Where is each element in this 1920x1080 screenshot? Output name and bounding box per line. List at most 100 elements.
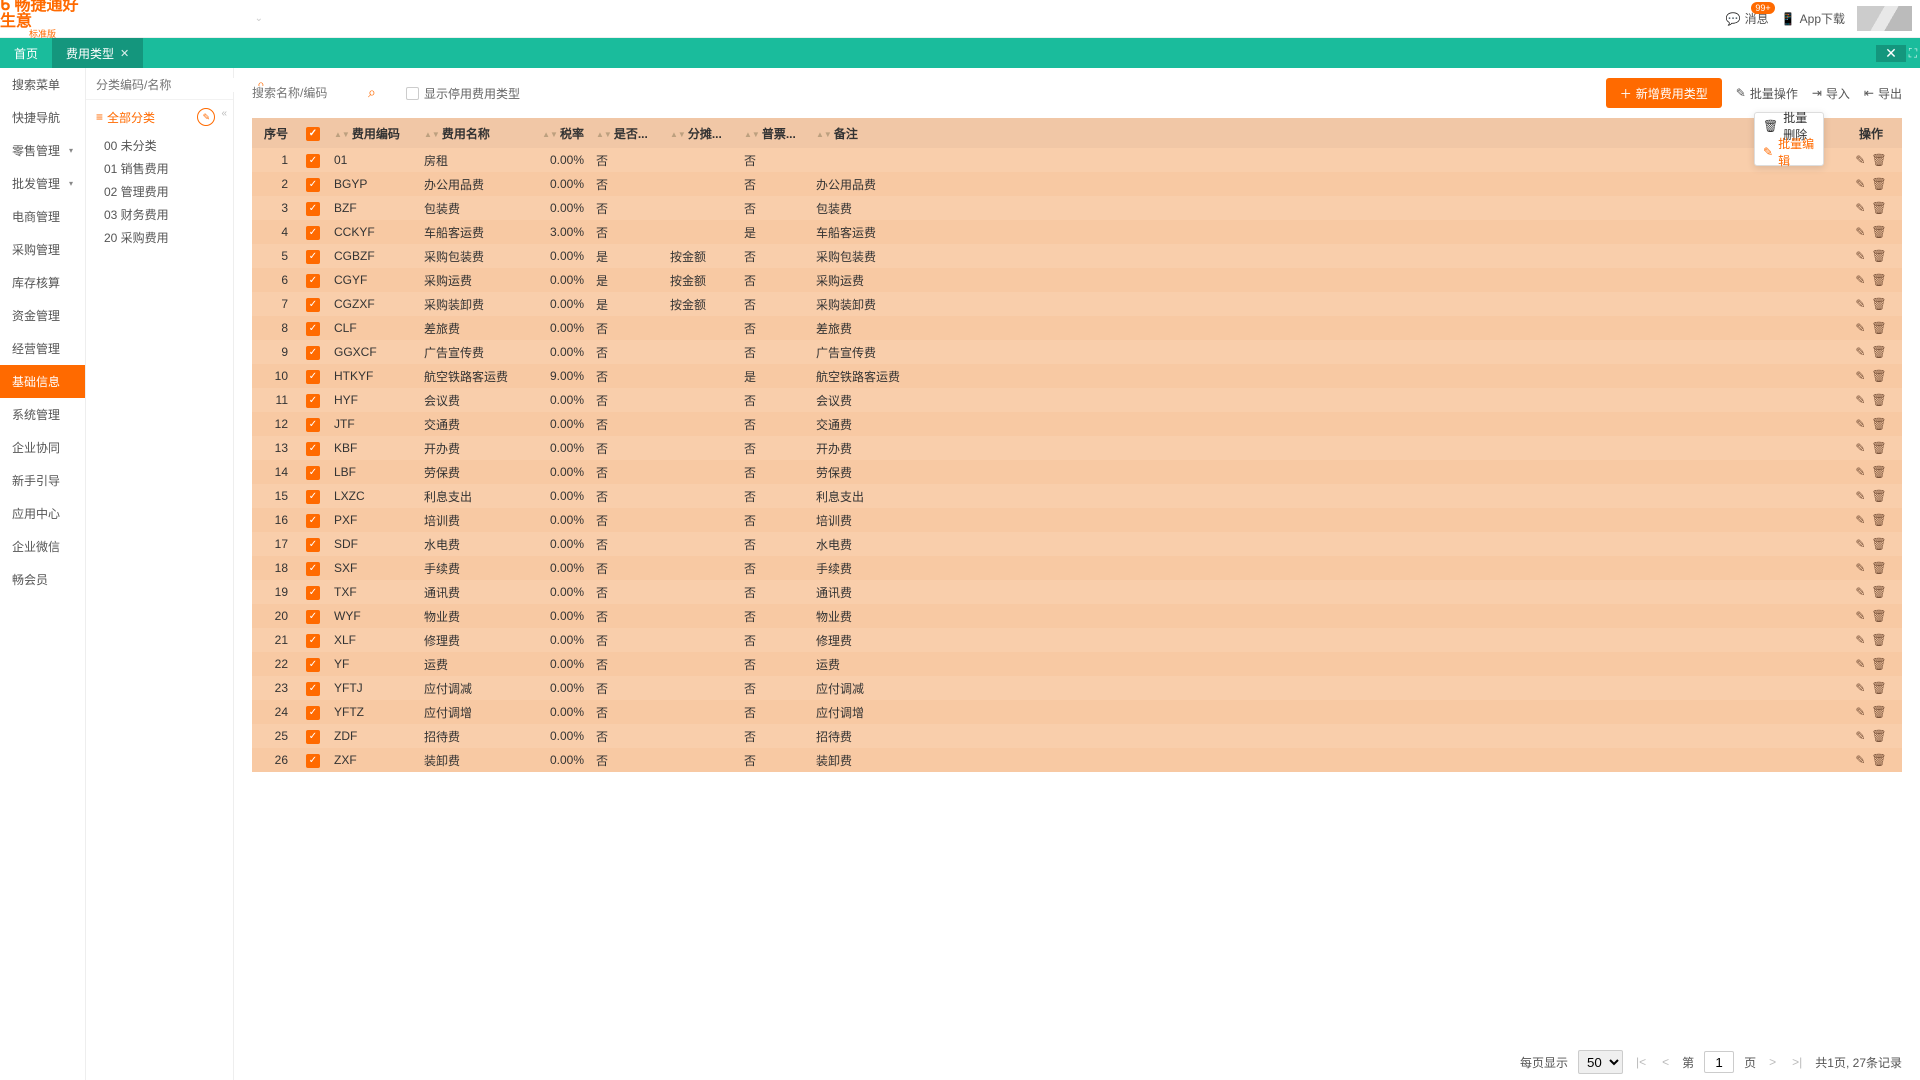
row-checkbox[interactable]: ✓	[298, 628, 328, 652]
close-all-tabs-button[interactable]: ✕	[1876, 45, 1906, 62]
last-page-button[interactable]: >|	[1789, 1055, 1805, 1069]
row-checkbox[interactable]: ✓	[298, 316, 328, 340]
edit-row-icon[interactable]: ✎	[1855, 489, 1865, 503]
sidebar-item-0[interactable]: 搜索菜单	[0, 68, 85, 101]
category-item-0[interactable]: 00 未分类	[104, 134, 233, 157]
delete-row-icon[interactable]: 🗑	[1871, 369, 1886, 383]
edit-row-icon[interactable]: ✎	[1855, 513, 1865, 527]
collapse-panel-icon[interactable]: «	[221, 108, 227, 126]
sidebar-item-11[interactable]: 企业协同	[0, 431, 85, 464]
edit-row-icon[interactable]: ✎	[1855, 633, 1865, 647]
delete-row-icon[interactable]: 🗑	[1871, 297, 1886, 311]
row-checkbox[interactable]: ✓	[298, 484, 328, 508]
edit-row-icon[interactable]: ✎	[1855, 537, 1865, 551]
col-select-all[interactable]: ✓	[298, 118, 328, 148]
edit-category-icon[interactable]: ✎	[197, 108, 215, 126]
tab-expense-type[interactable]: 费用类型 ✕	[52, 38, 143, 68]
row-checkbox[interactable]: ✓	[298, 724, 328, 748]
delete-row-icon[interactable]: 🗑	[1871, 345, 1886, 359]
edit-row-icon[interactable]: ✎	[1855, 465, 1865, 479]
row-checkbox[interactable]: ✓	[298, 364, 328, 388]
sidebar-item-2[interactable]: 零售管理▾	[0, 134, 85, 167]
sidebar-item-6[interactable]: 库存核算	[0, 266, 85, 299]
expand-icon[interactable]: ⛶	[1906, 46, 1920, 61]
sidebar-item-12[interactable]: 新手引导	[0, 464, 85, 497]
edit-row-icon[interactable]: ✎	[1855, 729, 1865, 743]
row-checkbox[interactable]: ✓	[298, 652, 328, 676]
col-remark[interactable]: ▲▼备注	[810, 118, 1840, 148]
delete-row-icon[interactable]: 🗑	[1871, 273, 1886, 287]
category-search-input[interactable]	[96, 78, 251, 92]
category-item-1[interactable]: 01 销售费用	[104, 157, 233, 180]
delete-row-icon[interactable]: 🗑	[1871, 441, 1886, 455]
edit-row-icon[interactable]: ✎	[1855, 249, 1865, 263]
delete-row-icon[interactable]: 🗑	[1871, 633, 1886, 647]
row-checkbox[interactable]: ✓	[298, 412, 328, 436]
delete-row-icon[interactable]: 🗑	[1871, 201, 1886, 215]
row-checkbox[interactable]: ✓	[298, 196, 328, 220]
sidebar-item-10[interactable]: 系统管理	[0, 398, 85, 431]
edit-row-icon[interactable]: ✎	[1855, 441, 1865, 455]
edit-row-icon[interactable]: ✎	[1855, 417, 1865, 431]
col-bool2[interactable]: ▲▼普票...	[738, 118, 810, 148]
row-checkbox[interactable]: ✓	[298, 580, 328, 604]
row-checkbox[interactable]: ✓	[298, 700, 328, 724]
edit-row-icon[interactable]: ✎	[1855, 705, 1865, 719]
delete-row-icon[interactable]: 🗑	[1871, 609, 1886, 623]
col-name[interactable]: ▲▼费用名称	[418, 118, 534, 148]
add-expense-type-button[interactable]: ＋ 新增费用类型	[1606, 78, 1722, 108]
category-item-2[interactable]: 02 管理费用	[104, 180, 233, 203]
delete-row-icon[interactable]: 🗑	[1871, 705, 1886, 719]
edit-row-icon[interactable]: ✎	[1855, 345, 1865, 359]
edit-row-icon[interactable]: ✎	[1855, 753, 1865, 767]
category-item-3[interactable]: 03 财务费用	[104, 203, 233, 226]
row-checkbox[interactable]: ✓	[298, 220, 328, 244]
prev-page-button[interactable]: <	[1659, 1055, 1672, 1069]
edit-row-icon[interactable]: ✎	[1855, 393, 1865, 407]
edit-row-icon[interactable]: ✎	[1855, 585, 1865, 599]
show-disabled-checkbox[interactable]: 显示停用费用类型	[406, 85, 520, 102]
sidebar-item-9[interactable]: 基础信息	[0, 365, 85, 398]
delete-row-icon[interactable]: 🗑	[1871, 561, 1886, 575]
messages-button[interactable]: 💬 消息 99+	[1726, 10, 1769, 27]
edit-row-icon[interactable]: ✎	[1855, 657, 1865, 671]
delete-row-icon[interactable]: 🗑	[1871, 753, 1886, 767]
edit-row-icon[interactable]: ✎	[1855, 681, 1865, 695]
sidebar-item-8[interactable]: 经营管理	[0, 332, 85, 365]
delete-row-icon[interactable]: 🗑	[1871, 657, 1886, 671]
batch-edit-item[interactable]: ✎ 批量编辑	[1755, 139, 1823, 165]
per-page-select[interactable]: 50	[1578, 1050, 1623, 1074]
edit-row-icon[interactable]: ✎	[1855, 369, 1865, 383]
row-checkbox[interactable]: ✓	[298, 244, 328, 268]
delete-row-icon[interactable]: 🗑	[1871, 537, 1886, 551]
delete-row-icon[interactable]: 🗑	[1871, 729, 1886, 743]
edit-row-icon[interactable]: ✎	[1855, 153, 1865, 167]
row-checkbox[interactable]: ✓	[298, 532, 328, 556]
sidebar-item-4[interactable]: 电商管理	[0, 200, 85, 233]
app-download-button[interactable]: 📱 App下载	[1781, 10, 1845, 27]
col-code[interactable]: ▲▼费用编码	[328, 118, 418, 148]
sidebar-item-1[interactable]: 快捷导航	[0, 101, 85, 134]
import-button[interactable]: ⇥ 导入	[1812, 85, 1850, 102]
delete-row-icon[interactable]: 🗑	[1871, 417, 1886, 431]
row-checkbox[interactable]: ✓	[298, 508, 328, 532]
search-icon[interactable]: ⌕	[368, 84, 376, 101]
next-page-button[interactable]: >	[1766, 1055, 1779, 1069]
org-selector[interactable]: ⌄	[93, 5, 273, 33]
category-item-4[interactable]: 20 采购费用	[104, 226, 233, 249]
delete-row-icon[interactable]: 🗑	[1871, 681, 1886, 695]
sidebar-item-15[interactable]: 畅会员	[0, 563, 85, 596]
delete-row-icon[interactable]: 🗑	[1871, 489, 1886, 503]
delete-row-icon[interactable]: 🗑	[1871, 249, 1886, 263]
delete-row-icon[interactable]: 🗑	[1871, 585, 1886, 599]
row-checkbox[interactable]: ✓	[298, 604, 328, 628]
edit-row-icon[interactable]: ✎	[1855, 561, 1865, 575]
sidebar-item-5[interactable]: 采购管理	[0, 233, 85, 266]
close-icon[interactable]: ✕	[120, 47, 129, 60]
row-checkbox[interactable]: ✓	[298, 436, 328, 460]
delete-row-icon[interactable]: 🗑	[1871, 153, 1886, 167]
row-checkbox[interactable]: ✓	[298, 676, 328, 700]
delete-row-icon[interactable]: 🗑	[1871, 177, 1886, 191]
delete-row-icon[interactable]: 🗑	[1871, 513, 1886, 527]
row-checkbox[interactable]: ✓	[298, 268, 328, 292]
